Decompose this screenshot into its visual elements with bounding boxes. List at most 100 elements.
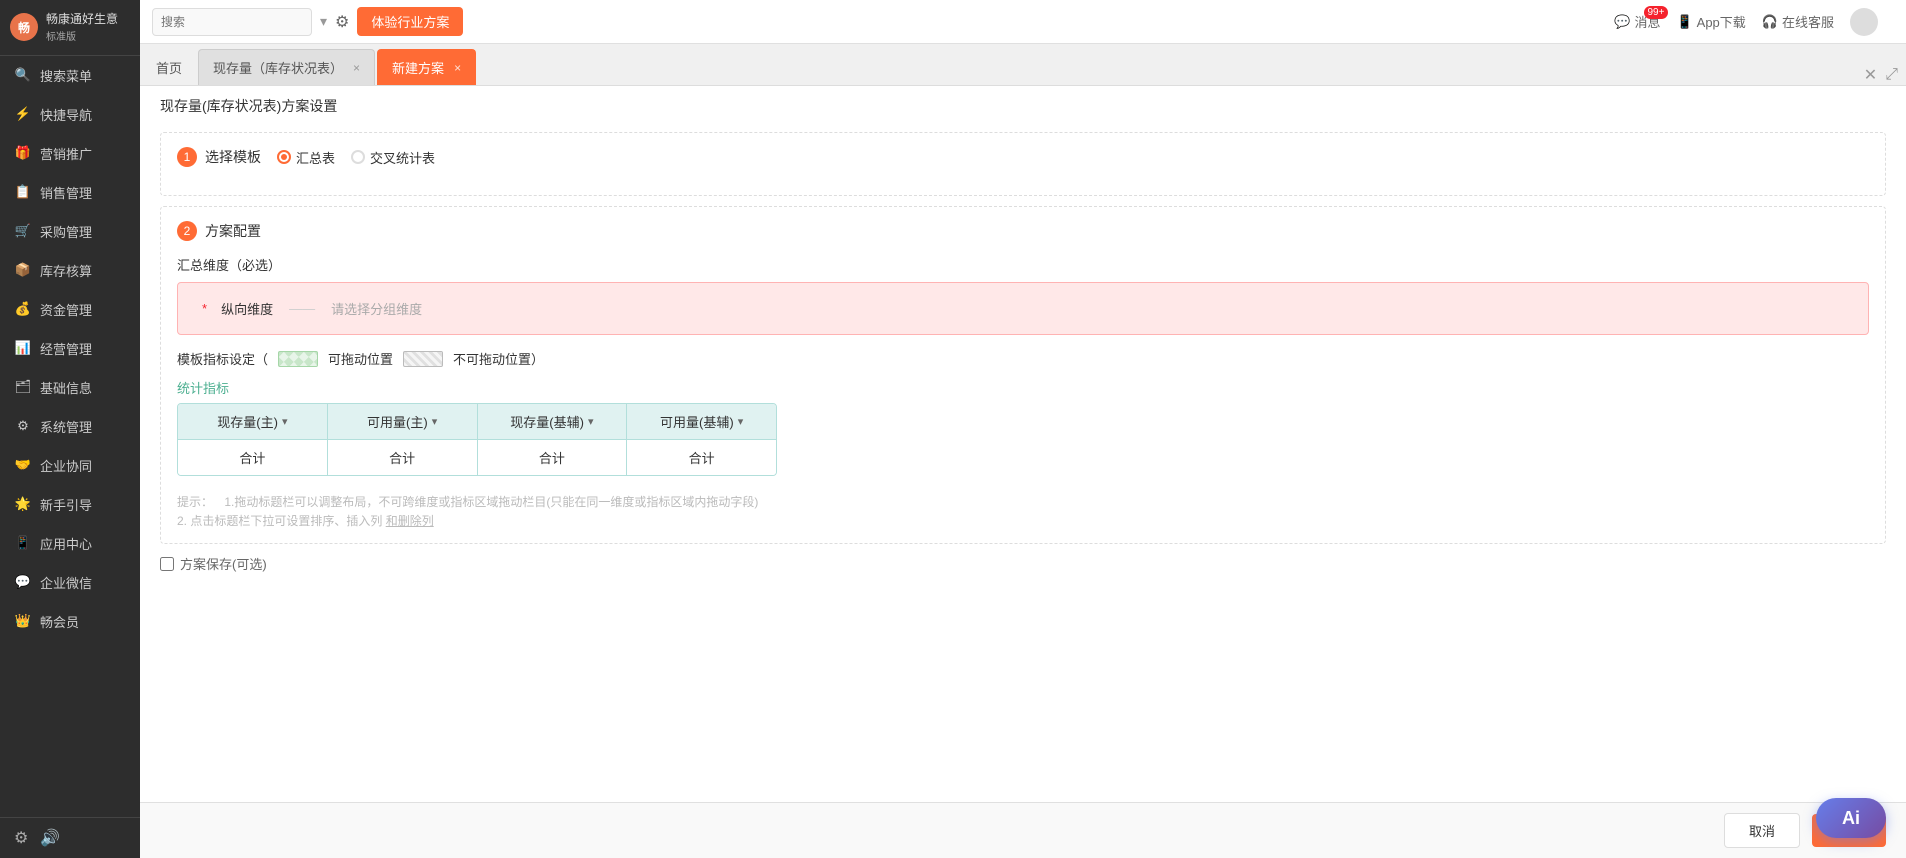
save-option-label: 方案保存(可选) <box>180 554 267 573</box>
folder-icon: 🗂 <box>14 378 32 396</box>
sidebar-item-search[interactable]: 🔍 搜索菜单 <box>0 56 140 95</box>
box-icon: 📦 <box>14 261 32 279</box>
tabs-bar: 首页 现存量（库存状况表） × 新建方案 × ✕ ⤢ <box>140 44 1906 86</box>
topbar-left: ▾ ⚙ 体验行业方案 <box>152 7 1606 36</box>
message-icon: 💬 <box>1614 14 1630 30</box>
sidebar-item-appcenter[interactable]: 📱 应用中心 <box>0 524 140 563</box>
sidebar-finance-label: 资金管理 <box>40 300 92 319</box>
col-header-3-label: 可用量(基辅) <box>660 412 734 431</box>
tab-inventory-close-icon[interactable]: × <box>353 61 360 75</box>
sidebar-item-quicknav[interactable]: ⚡ 快捷导航 <box>0 95 140 134</box>
sidebar: 畅 畅康通好生意 标准版 🔍 搜索菜单 ⚡ 快捷导航 🎁 营销推广 📋 销售管理… <box>0 0 140 858</box>
app-download-button[interactable]: 📱 App下载 <box>1676 12 1745 31</box>
app-download-label: App下载 <box>1697 12 1746 31</box>
cancel-button[interactable]: 取消 <box>1724 813 1800 848</box>
mobile-icon: 📱 <box>14 534 32 552</box>
online-service-button[interactable]: 🎧 在线客服 <box>1762 12 1834 31</box>
section1-num: 1 <box>177 147 197 167</box>
sidebar-member-label: 畅会员 <box>40 612 79 631</box>
cart-icon: 🛒 <box>14 222 32 240</box>
main-area: ▾ ⚙ 体验行业方案 💬 消息 99+ 📱 App下载 🎧 在线客服 首页 <box>140 0 1906 858</box>
search-icon: 🔍 <box>14 66 32 84</box>
save-checkbox[interactable] <box>160 557 174 571</box>
sidebar-item-system[interactable]: ⚙ 系统管理 <box>0 407 140 446</box>
col-header-3[interactable]: 可用量(基辅) ▾ <box>627 404 776 439</box>
sidebar-system-label: 系统管理 <box>40 417 92 436</box>
lightning-icon: ⚡ <box>14 105 32 123</box>
section2-num: 2 <box>177 221 197 241</box>
sidebar-quicknav-label: 快捷导航 <box>40 105 92 124</box>
col-header-1[interactable]: 可用量(主) ▾ <box>328 404 478 439</box>
tab-inventory[interactable]: 现存量（库存状况表） × <box>198 49 375 85</box>
required-mark: * <box>202 301 207 316</box>
gift-icon: 🎁 <box>14 144 32 162</box>
dimension-field-label: 纵向维度 <box>221 299 273 318</box>
bottom-bar: 取消 查询 <box>140 802 1906 858</box>
radio-summary[interactable]: 汇总表 <box>277 148 335 167</box>
clipboard-icon: 📋 <box>14 183 32 201</box>
trial-industry-button[interactable]: 体验行业方案 <box>357 7 463 36</box>
radio-summary-dot <box>281 154 287 160</box>
sidebar-footer: ⚙ 🔊 <box>0 817 140 858</box>
col-cell-0-1: 合计 <box>328 440 478 475</box>
user-avatar[interactable] <box>1850 8 1878 36</box>
tab-new-scheme-label: 新建方案 <box>392 58 444 77</box>
page-title: 现存量(库存状况表)方案设置 <box>140 86 1906 122</box>
dimension-row: * 纵向维度 —— 请选择分组维度 <box>202 299 1844 318</box>
sidebar-appcenter-label: 应用中心 <box>40 534 92 553</box>
topbar-gear-icon[interactable]: ⚙ <box>335 12 349 32</box>
speaker-footer-icon[interactable]: 🔊 <box>40 828 60 848</box>
col-header-0-chevron: ▾ <box>282 415 288 428</box>
dimension-placeholder: 请选择分组维度 <box>331 299 422 318</box>
settings-footer-icon[interactable]: ⚙ <box>14 828 28 848</box>
tips-item2: 2. 点击标题栏下拉可设置排序、插入列 和删除列 <box>177 512 1869 529</box>
radio-cross[interactable]: 交叉统计表 <box>351 148 435 167</box>
sidebar-item-basic[interactable]: 🗂 基础信息 <box>0 368 140 407</box>
chart-icon: 📊 <box>14 339 32 357</box>
sidebar-item-operations[interactable]: 📊 经营管理 <box>0 329 140 368</box>
expand-panel-button[interactable]: ⤢ <box>1885 66 1898 84</box>
col-header-2[interactable]: 现存量(基辅) ▾ <box>478 404 628 439</box>
topbar-search-input[interactable] <box>152 8 312 36</box>
sidebar-wechat-label: 企业微信 <box>40 573 92 592</box>
sidebar-item-sales[interactable]: 📋 销售管理 <box>0 173 140 212</box>
radio-cross-label: 交叉统计表 <box>370 148 435 167</box>
sidebar-item-member[interactable]: 👑 畅会员 <box>0 602 140 641</box>
chat-icon: 💬 <box>14 573 32 591</box>
stats-table: 现存量(主) ▾ 可用量(主) ▾ 现存量(基辅) ▾ 可用量(基辅) <box>177 403 777 476</box>
sidebar-basic-label: 基础信息 <box>40 378 92 397</box>
template-indicator-label: 模板指标设定（ <box>177 349 268 368</box>
template-indicator-row: 模板指标设定（ 可拖动位置 不可拖动位置） <box>177 349 1869 368</box>
sidebar-inventory-label: 库存核算 <box>40 261 92 280</box>
col-header-1-label: 可用量(主) <box>367 412 428 431</box>
dimension-separator: —— <box>289 301 315 316</box>
template-radio-group: 汇总表 交叉统计表 <box>277 148 435 167</box>
tips-section: 提示： 1.拖动标题栏可以调整布局，不可跨维度或指标区域拖动栏目(只能在同一维度… <box>177 493 1869 529</box>
dropdown-icon[interactable]: ▾ <box>320 13 327 30</box>
sidebar-logo: 畅 畅康通好生意 标准版 <box>0 0 140 56</box>
sidebar-item-newbie[interactable]: 🌟 新手引导 <box>0 485 140 524</box>
content-area: 现存量(库存状况表)方案设置 1 选择模板 汇总表 <box>140 86 1906 802</box>
sidebar-item-inventory[interactable]: 📦 库存核算 <box>0 251 140 290</box>
tab-new-scheme-close-icon[interactable]: × <box>454 61 461 75</box>
col-header-0-label: 现存量(主) <box>217 412 278 431</box>
sidebar-item-wechat[interactable]: 💬 企业微信 <box>0 563 140 602</box>
col-header-0[interactable]: 现存量(主) ▾ <box>178 404 328 439</box>
tab-new-scheme[interactable]: 新建方案 × <box>377 49 476 85</box>
section-template: 1 选择模板 汇总表 交叉统计表 <box>160 132 1886 196</box>
topbar: ▾ ⚙ 体验行业方案 💬 消息 99+ 📱 App下载 🎧 在线客服 <box>140 0 1906 44</box>
tips-delete-link[interactable]: 和删除列 <box>386 514 434 528</box>
sidebar-item-purchase[interactable]: 🛒 采购管理 <box>0 212 140 251</box>
sidebar-sales-label: 销售管理 <box>40 183 92 202</box>
sidebar-newbie-label: 新手引导 <box>40 495 92 514</box>
ai-fab-button[interactable]: Ai <box>1816 798 1886 838</box>
message-button[interactable]: 💬 消息 99+ <box>1614 12 1660 31</box>
sidebar-item-marketing[interactable]: 🎁 营销推广 <box>0 134 140 173</box>
radio-summary-circle <box>277 150 291 164</box>
sidebar-item-finance[interactable]: 💰 资金管理 <box>0 290 140 329</box>
dimension-box[interactable]: * 纵向维度 —— 请选择分组维度 <box>177 282 1869 335</box>
close-panel-button[interactable]: ✕ <box>1864 65 1877 85</box>
sidebar-search-label: 搜索菜单 <box>40 66 92 85</box>
tab-home[interactable]: 首页 <box>140 49 198 85</box>
sidebar-item-contract[interactable]: 🤝 企业协同 <box>0 446 140 485</box>
